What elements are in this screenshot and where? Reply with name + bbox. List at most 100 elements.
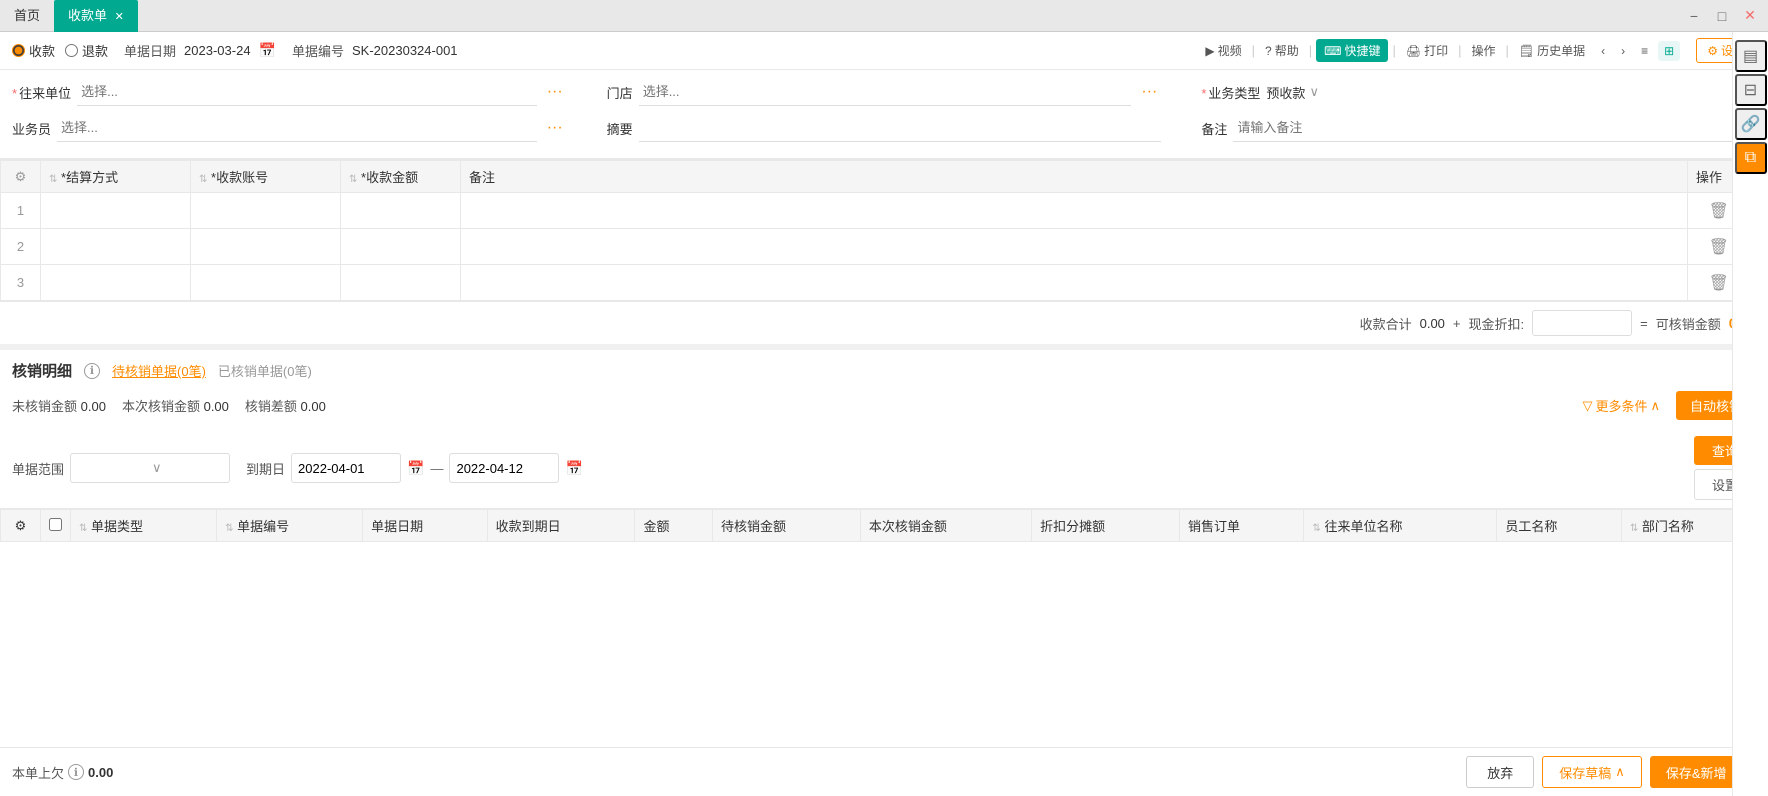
receipt-table: ⚙ ⇅ *结算方式 ⇅ *收款账号 ⇅ *收款金额 备注 操作 [0,160,1768,301]
bth-due-date: 收款到期日 [487,510,635,542]
counterparty-input[interactable] [77,78,537,106]
bottom-bar: 本单上欠 ℹ 0.00 放弃 保存草稿 ∧ 保存&新增 ∧ [0,747,1768,796]
save-draft-dropdown-icon[interactable]: ∧ [1615,764,1625,780]
select-all-checkbox[interactable] [49,518,62,531]
video-icon: ▶ [1205,44,1214,58]
info-icon[interactable]: ℹ [84,363,100,379]
bottom-table-settings-icon[interactable]: ⚙ [15,518,27,533]
range-select[interactable]: ∨ [70,453,230,483]
print-btn[interactable]: 🖨 打印 [1400,40,1454,61]
date-to-input[interactable] [449,453,559,483]
store-field: 门店 ··· [607,78,1162,106]
bottom-info-icon[interactable]: ℹ [68,764,84,780]
bth-doc-num: ⇅ 单据编号 [217,510,363,542]
remark-cell-2[interactable] [461,229,1688,265]
store-input[interactable] [639,78,1132,106]
remark-cell-3[interactable] [461,265,1688,301]
top-toolbar: 收款 退款 单据日期 2023-03-24 📅 单据编号 SK-20230324… [0,32,1768,70]
th-remark: 备注 [461,161,1688,193]
bth-pending: 待核销金额 [712,510,860,542]
bth-checkbox [41,510,71,542]
date-from-input[interactable] [291,453,401,483]
store-more-btn[interactable]: ··· [1137,83,1161,101]
maximize-btn[interactable]: □ [1712,6,1732,26]
section-title: 核销明细 [12,360,72,381]
main-area: 收款 退款 单据日期 2023-03-24 📅 单据编号 SK-20230324… [0,32,1768,796]
history-icon: 🗒 [1519,44,1534,58]
doc-date-field: 单据日期 2023-03-24 📅 [124,41,276,60]
operation-btn[interactable]: 操作 [1465,40,1501,61]
account-cell-3[interactable] [191,265,341,301]
th-amount: ⇅ *收款金额 [341,161,461,193]
table-row: 3 🗑 ⊕ [1,265,1768,301]
settlement-cell-3[interactable] [41,265,191,301]
tab-home[interactable]: 首页 [0,0,54,32]
account-cell-2[interactable] [191,229,341,265]
gear-icon: ⚙ [1707,44,1718,58]
save-draft-btn[interactable]: 保存草稿 ∧ [1542,756,1642,788]
delete-row-3-btn[interactable]: 🗑 [1709,273,1729,293]
more-conditions-btn[interactable]: ▽ 更多条件 ∧ [1582,396,1660,415]
bth-counterparty: ⇅ 往来单位名称 [1304,510,1497,542]
receipt-radio[interactable]: 收款 [12,41,55,60]
delete-row-1-btn[interactable]: 🗑 [1709,201,1729,221]
account-cell-1[interactable] [191,193,341,229]
date-to-calendar-icon[interactable]: 📅 [565,460,582,477]
counterparty-field: *往来单位 ··· [12,78,567,106]
staff-input[interactable] [57,114,537,142]
th-settlement: ⇅ *结算方式 [41,161,191,193]
tab-receipt[interactable]: 收款单 ✕ [54,0,138,32]
settlement-cell-1[interactable] [41,193,191,229]
amount-cell-1[interactable] [341,193,461,229]
nav-next-btn[interactable]: › [1615,42,1631,60]
done-link[interactable]: 已核销单据(0笔) [218,361,312,380]
settlement-cell-2[interactable] [41,229,191,265]
help-icon: ? [1265,44,1272,58]
tab-close-icon[interactable]: ✕ [115,11,124,23]
history-btn[interactable]: 🗒 历史单据 [1513,40,1591,61]
grid-view-btn[interactable]: ⊞ [1658,41,1680,61]
row-num-3: 3 [1,265,41,301]
pending-link[interactable]: 待核销单据(0笔) [112,361,206,380]
row-num-2: 2 [1,229,41,265]
bth-doc-type: ⇅ 单据类型 [71,510,217,542]
video-btn[interactable]: ▶ 视频 [1199,40,1247,61]
table-footer: 收款合计 0.00 + 现金折扣: = 可核销金额 0.00 [0,301,1768,344]
form-row-2: 业务员 ··· 摘要 备注 [12,114,1756,142]
rp-link-btn[interactable]: 🔗 [1735,108,1767,140]
remark-cell-1[interactable] [461,193,1688,229]
close-btn[interactable]: ✕ [1740,6,1760,26]
table-row: 1 🗑 ⊕ [1,193,1768,229]
calendar-icon[interactable]: 📅 [259,42,276,59]
table-settings-icon[interactable]: ⚙ [15,169,27,184]
summary-input[interactable] [639,114,1162,142]
nav-prev-btn[interactable]: ‹ [1595,42,1611,60]
summary-field: 摘要 [607,114,1162,142]
abandon-btn[interactable]: 放弃 [1466,756,1534,788]
th-settings: ⚙ [1,161,41,193]
rp-expand-btn[interactable]: ⧉ [1735,142,1767,174]
minimize-btn[interactable]: − [1684,6,1704,26]
discount-input[interactable] [1532,310,1632,336]
date-from-calendar-icon[interactable]: 📅 [407,460,424,477]
form-row-1: *往来单位 ··· 门店 ··· *业务类型 预收款 ∨ [12,78,1756,106]
memo-input[interactable] [1233,114,1756,142]
rp-table-btn[interactable]: ▤ [1735,40,1767,72]
shortcut-btn[interactable]: ⌨ 快捷键 [1316,39,1388,62]
amount-cell-3[interactable] [341,265,461,301]
table-row: 2 🗑 ⊕ [1,229,1768,265]
bth-doc-date: 单据日期 [363,510,487,542]
biz-type-select[interactable]: 预收款 ∨ [1266,83,1756,102]
bottom-table-wrap: ⚙ ⇅ 单据类型 ⇅ 单据编号 单据日期 收款到期日 金额 [0,508,1768,747]
list-view-btn[interactable]: ≡ [1635,42,1654,60]
th-account: ⇅ *收款账号 [191,161,341,193]
filter-row: 单据范围 ∨ 到期日 📅 — 📅 查询 设置 [0,428,1768,508]
refund-radio[interactable]: 退款 [65,41,108,60]
form-area: *往来单位 ··· 门店 ··· *业务类型 预收款 ∨ 业务 [0,70,1768,159]
staff-more-btn[interactable]: ··· [543,119,567,137]
help-btn[interactable]: ? 帮助 [1259,40,1305,61]
rp-list-btn[interactable]: ⊟ [1735,74,1767,106]
amount-cell-2[interactable] [341,229,461,265]
delete-row-2-btn[interactable]: 🗑 [1709,237,1729,257]
counterparty-more-btn[interactable]: ··· [543,83,567,101]
